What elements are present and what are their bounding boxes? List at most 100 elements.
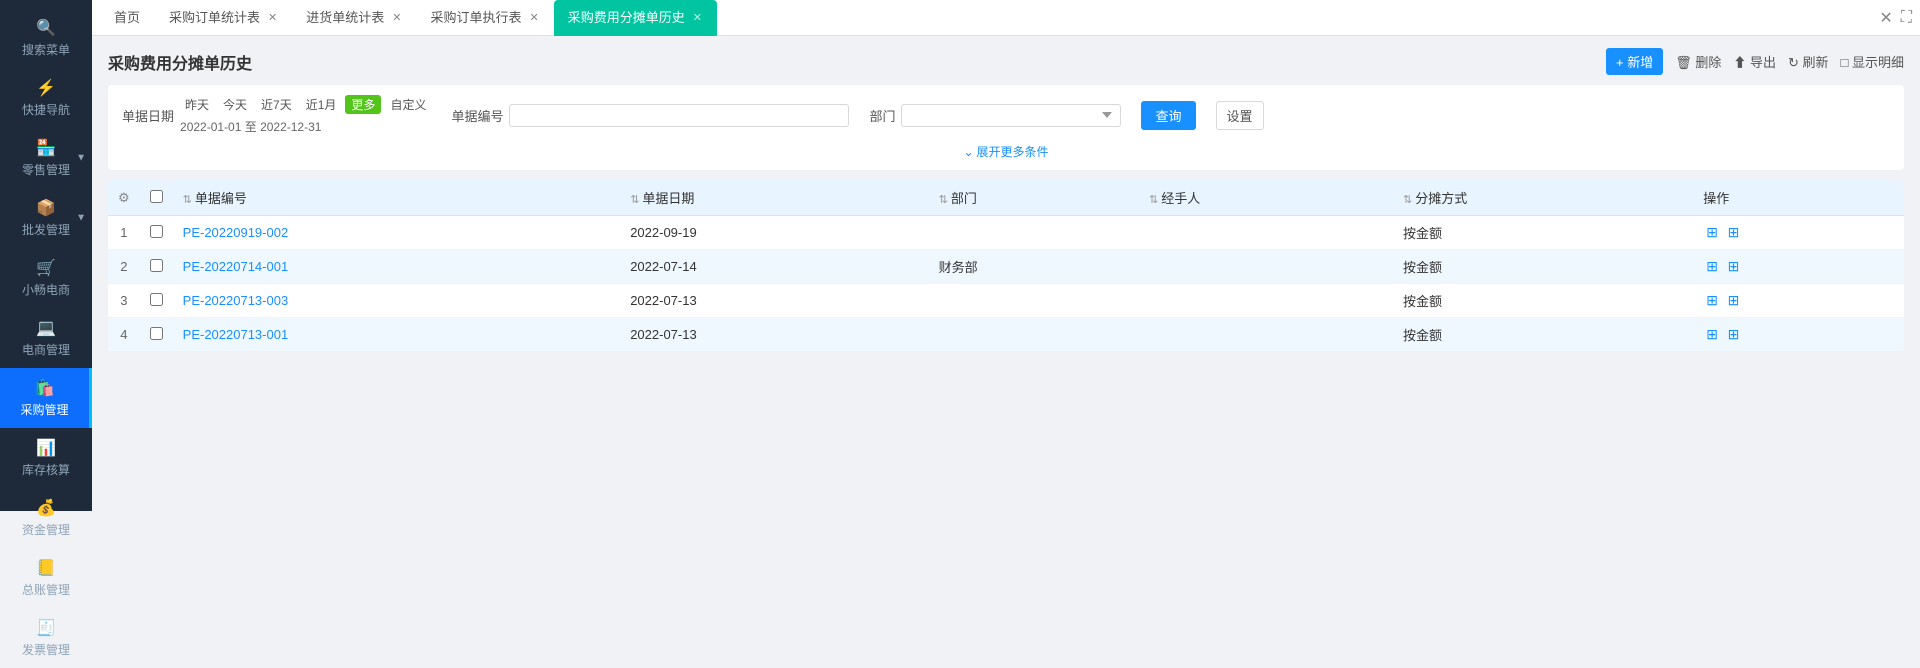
view-icon[interactable]: ⊞ [1706, 326, 1718, 342]
table-body: 1 PE-20220919-002 2022-09-19 按金额 ⊞ ⊞ 2 P… [108, 216, 1904, 352]
expand-icon: ⌄ [963, 145, 973, 159]
row-doc-no: PE-20220714-001 [173, 250, 621, 284]
doc-no-link[interactable]: PE-20220713-001 [183, 327, 289, 342]
row-checkbox-cell [140, 284, 173, 318]
tab-close-icon[interactable]: ✕ [693, 0, 702, 36]
close-icon[interactable]: ✕ [1879, 8, 1892, 28]
date-custom[interactable]: 自定义 [385, 95, 431, 114]
doc-no-link[interactable]: PE-20220919-002 [183, 225, 289, 240]
sidebar-item-采购管理[interactable]: 🛍️采购管理 [0, 368, 92, 428]
sidebar-item-电商管理[interactable]: 💻电商管理 [0, 308, 92, 368]
row-checkbox[interactable] [150, 225, 163, 238]
dept-select[interactable]: 财务部 [901, 104, 1121, 127]
edit-icon[interactable]: ⊞ [1728, 258, 1740, 274]
tab-采购订单统计表[interactable]: 采购订单统计表✕ [155, 0, 292, 36]
expand-row: ⌄ 展开更多条件 [122, 143, 1890, 160]
row-checkbox-cell [140, 216, 173, 250]
date-field: 单据日期 昨天 今天 近7天 近1月 更多 自定义 2022-01-01 至 2… [122, 95, 431, 135]
row-doc-date: 2022-07-13 [620, 318, 928, 352]
row-checkbox[interactable] [150, 293, 163, 306]
th-doc-no[interactable]: 单据编号 [173, 180, 621, 216]
maximize-icon[interactable]: ⛶ [1901, 9, 1912, 27]
sidebar-label: 发票管理 [22, 643, 70, 657]
tab-close-icon[interactable]: ✕ [392, 0, 401, 36]
date-more[interactable]: 更多 [345, 95, 381, 114]
tab-close-icon[interactable]: ✕ [530, 0, 539, 36]
search-button[interactable]: 查询 [1141, 101, 1195, 130]
date-1month[interactable]: 近1月 [301, 95, 342, 114]
refresh-button[interactable]: ↻ 刷新 [1788, 52, 1829, 71]
row-split-method: 按金额 [1393, 216, 1693, 250]
doc-no-link[interactable]: PE-20220713-003 [183, 293, 289, 308]
row-checkbox[interactable] [150, 259, 163, 272]
data-table: ⚙ 单据编号 单据日期 部门 经手人 分摊方式 操作 1 PE-20220919… [108, 180, 1904, 352]
row-doc-date: 2022-07-13 [620, 284, 928, 318]
export-button[interactable]: ⬆ 导出 [1733, 52, 1776, 71]
view-icon[interactable]: ⊞ [1706, 224, 1718, 240]
sidebar-icon: 🔍 [0, 18, 92, 38]
sidebar-icon: 📊 [0, 438, 92, 458]
page-header: 采购费用分摊单历史 + 新增 🗑 删除 ⬆ 导出 ↻ 刷新 □ 显示明细 [108, 48, 1904, 75]
sidebar-icon: 🧾 [0, 618, 92, 638]
row-op: ⊞ ⊞ [1693, 250, 1904, 284]
th-gear[interactable]: ⚙ [108, 180, 140, 216]
edit-icon[interactable]: ⊞ [1728, 224, 1740, 240]
header-row: ⚙ 单据编号 单据日期 部门 经手人 分摊方式 操作 [108, 180, 1904, 216]
tab-label: 采购订单统计表 [169, 0, 260, 36]
row-split-method: 按金额 [1393, 250, 1693, 284]
view-icon[interactable]: ⊞ [1706, 292, 1718, 308]
sidebar-item-小畅电商[interactable]: 🛒小畅电商 [0, 248, 92, 308]
tab-label: 首页 [114, 0, 140, 36]
th-op: 操作 [1693, 180, 1904, 216]
th-split-method[interactable]: 分摊方式 [1393, 180, 1693, 216]
tab-采购费用分摊单历史[interactable]: 采购费用分摊单历史✕ [554, 0, 717, 36]
toolbar: + 新增 🗑 删除 ⬆ 导出 ↻ 刷新 □ 显示明细 [1606, 48, 1904, 75]
tab-actions: ✕ ⛶ [1879, 8, 1912, 28]
chevron-icon: ▼ [76, 213, 86, 224]
sidebar-item-快捷导航[interactable]: ⚡快捷导航 [0, 68, 92, 128]
date-today[interactable]: 今天 [218, 95, 252, 114]
doc-no-link[interactable]: PE-20220714-001 [183, 259, 289, 274]
sidebar-item-批发管理[interactable]: 📦批发管理▼ [0, 188, 92, 248]
date-yesterday[interactable]: 昨天 [180, 95, 214, 114]
sidebar-item-库存核算[interactable]: 📊库存核算 [0, 428, 92, 488]
tab-进货单统计表[interactable]: 进货单统计表✕ [292, 0, 416, 36]
sidebar: 🔍搜索菜单⚡快捷导航🏪零售管理▼📦批发管理▼🛒小畅电商💻电商管理🛍️采购管理📊库… [0, 0, 92, 511]
sidebar-icon: ⚡ [0, 78, 92, 98]
sidebar-icon: 📒 [0, 558, 92, 578]
expand-button[interactable]: ⌄ 展开更多条件 [963, 143, 1048, 160]
select-all-checkbox[interactable] [150, 190, 163, 203]
add-button[interactable]: + 新增 [1606, 48, 1663, 75]
tab-采购订单执行表[interactable]: 采购订单执行表✕ [416, 0, 553, 36]
table-row: 3 PE-20220713-003 2022-07-13 按金额 ⊞ ⊞ [108, 284, 1904, 318]
row-checkbox[interactable] [150, 327, 163, 340]
doc-no-input[interactable] [509, 104, 849, 127]
page-title: 采购费用分摊单历史 [108, 50, 252, 74]
date-7days[interactable]: 近7天 [256, 95, 297, 114]
th-handler[interactable]: 经手人 [1139, 180, 1393, 216]
date-range-text: 2022-01-01 至 2022-12-31 [180, 118, 431, 135]
tab-首页[interactable]: 首页 [100, 0, 155, 36]
dept-field: 部门 财务部 [869, 104, 1121, 127]
delete-button[interactable]: 🗑 删除 [1675, 52, 1721, 71]
edit-icon[interactable]: ⊞ [1728, 326, 1740, 342]
row-checkbox-cell [140, 318, 173, 352]
th-doc-date[interactable]: 单据日期 [620, 180, 928, 216]
sidebar-item-发票管理[interactable]: 🧾 发票管理 [0, 608, 92, 668]
table-header: ⚙ 单据编号 单据日期 部门 经手人 分摊方式 操作 [108, 180, 1904, 216]
main-content: 首页采购订单统计表✕进货单统计表✕采购订单执行表✕采购费用分摊单历史✕ ✕ ⛶ … [92, 0, 1920, 511]
sidebar-item-搜索菜单[interactable]: 🔍搜索菜单 [0, 8, 92, 68]
view-icon[interactable]: ⊞ [1706, 258, 1718, 274]
th-dept[interactable]: 部门 [929, 180, 1139, 216]
row-handler [1139, 318, 1393, 352]
tab-close-icon[interactable]: ✕ [268, 0, 277, 36]
sidebar-item-零售管理[interactable]: 🏪零售管理▼ [0, 128, 92, 188]
display-detail-button[interactable]: □ 显示明细 [1841, 52, 1904, 71]
sidebar-item-总账管理[interactable]: 📒 总账管理 [0, 548, 92, 608]
sidebar-label: 总账管理 [22, 583, 70, 597]
setting-button[interactable]: 设置 [1216, 101, 1264, 130]
sidebar-item-资金管理[interactable]: 💰资金管理 [0, 488, 92, 548]
row-num: 3 [108, 284, 140, 318]
edit-icon[interactable]: ⊞ [1728, 292, 1740, 308]
data-table-wrap: ⚙ 单据编号 单据日期 部门 经手人 分摊方式 操作 1 PE-20220919… [108, 180, 1904, 352]
